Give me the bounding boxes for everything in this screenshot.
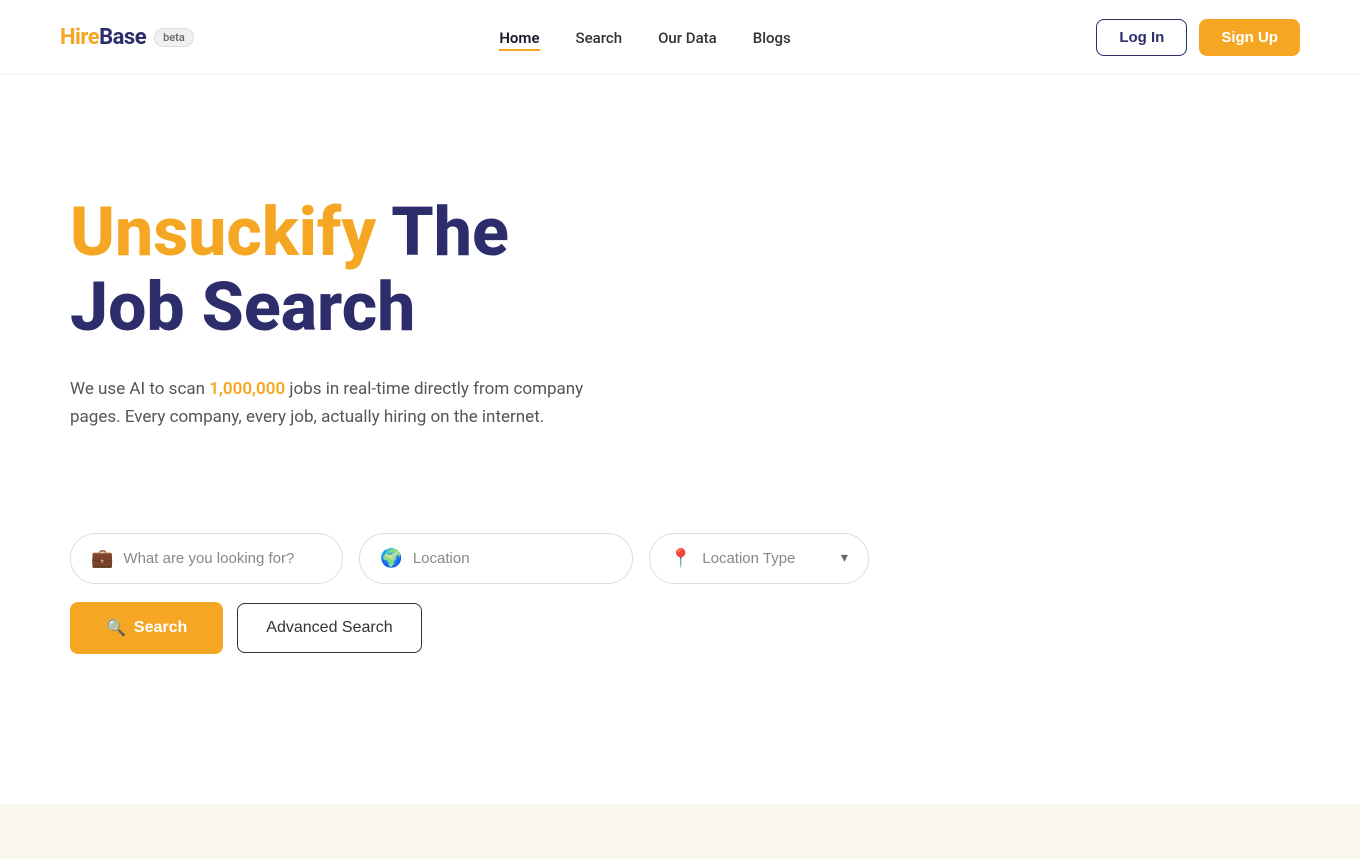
hero-description: We use AI to scan 1,000,000 jobs in real…	[70, 375, 630, 431]
search-inputs-row: 💼 🌍 📍 Location Type Any Remote On-site H…	[70, 533, 1290, 584]
hero-section: Unsuckify TheJob Search We use AI to sca…	[0, 75, 700, 533]
job-search-wrap[interactable]: 💼	[70, 533, 343, 584]
pin-icon: 📍	[670, 548, 692, 569]
briefcase-icon: 💼	[91, 548, 113, 569]
location-type-dropdown[interactable]: 📍 Location Type Any Remote On-site Hybri…	[649, 533, 869, 584]
nav-link-our-data[interactable]: Our Data	[658, 29, 717, 47]
nav-item-search[interactable]: Search	[576, 28, 623, 47]
logo-text: HireBase	[60, 25, 146, 50]
nav-item-our-data[interactable]: Our Data	[658, 28, 717, 47]
nav-item-blogs[interactable]: Blogs	[753, 28, 791, 47]
search-icon: 🔍	[106, 618, 126, 638]
globe-icon: 🌍	[380, 548, 402, 569]
job-search-input[interactable]	[123, 550, 322, 567]
location-search-wrap[interactable]: 🌍	[359, 533, 632, 584]
advanced-search-button[interactable]: Advanced Search	[237, 603, 421, 653]
beta-badge: beta	[154, 28, 194, 47]
nav-link-blogs[interactable]: Blogs	[753, 29, 791, 47]
signup-button[interactable]: Sign Up	[1199, 19, 1300, 56]
nav-item-home[interactable]: Home	[499, 28, 539, 47]
navbar: HireBase beta Home Search Our Data Blogs…	[0, 0, 1360, 75]
logo-base: Base	[99, 25, 146, 50]
nav-links: Home Search Our Data Blogs	[499, 28, 790, 47]
nav-link-search[interactable]: Search	[576, 29, 623, 47]
search-button-label: Search	[134, 619, 187, 637]
search-area: 💼 🌍 📍 Location Type Any Remote On-site H…	[0, 533, 1360, 654]
search-buttons-row: 🔍 Search Advanced Search	[70, 602, 1290, 654]
location-type-select[interactable]: Location Type Any Remote On-site Hybrid	[702, 550, 831, 567]
chevron-down-icon: ▾	[841, 550, 848, 566]
nav-link-home[interactable]: Home	[499, 29, 539, 51]
nav-actions: Log In Sign Up	[1096, 19, 1300, 56]
hero-title-orange: Unsuckify	[70, 192, 376, 272]
logo: HireBase beta	[60, 25, 194, 50]
login-button[interactable]: Log In	[1096, 19, 1187, 56]
logo-hire: Hire	[60, 25, 99, 50]
bottom-strip	[0, 804, 1360, 859]
search-button[interactable]: 🔍 Search	[70, 602, 223, 654]
hero-desc-before: We use AI to scan	[70, 379, 209, 399]
location-search-input[interactable]	[413, 550, 612, 567]
hero-title: Unsuckify TheJob Search	[70, 195, 630, 345]
hero-count-highlight: 1,000,000	[209, 379, 285, 399]
